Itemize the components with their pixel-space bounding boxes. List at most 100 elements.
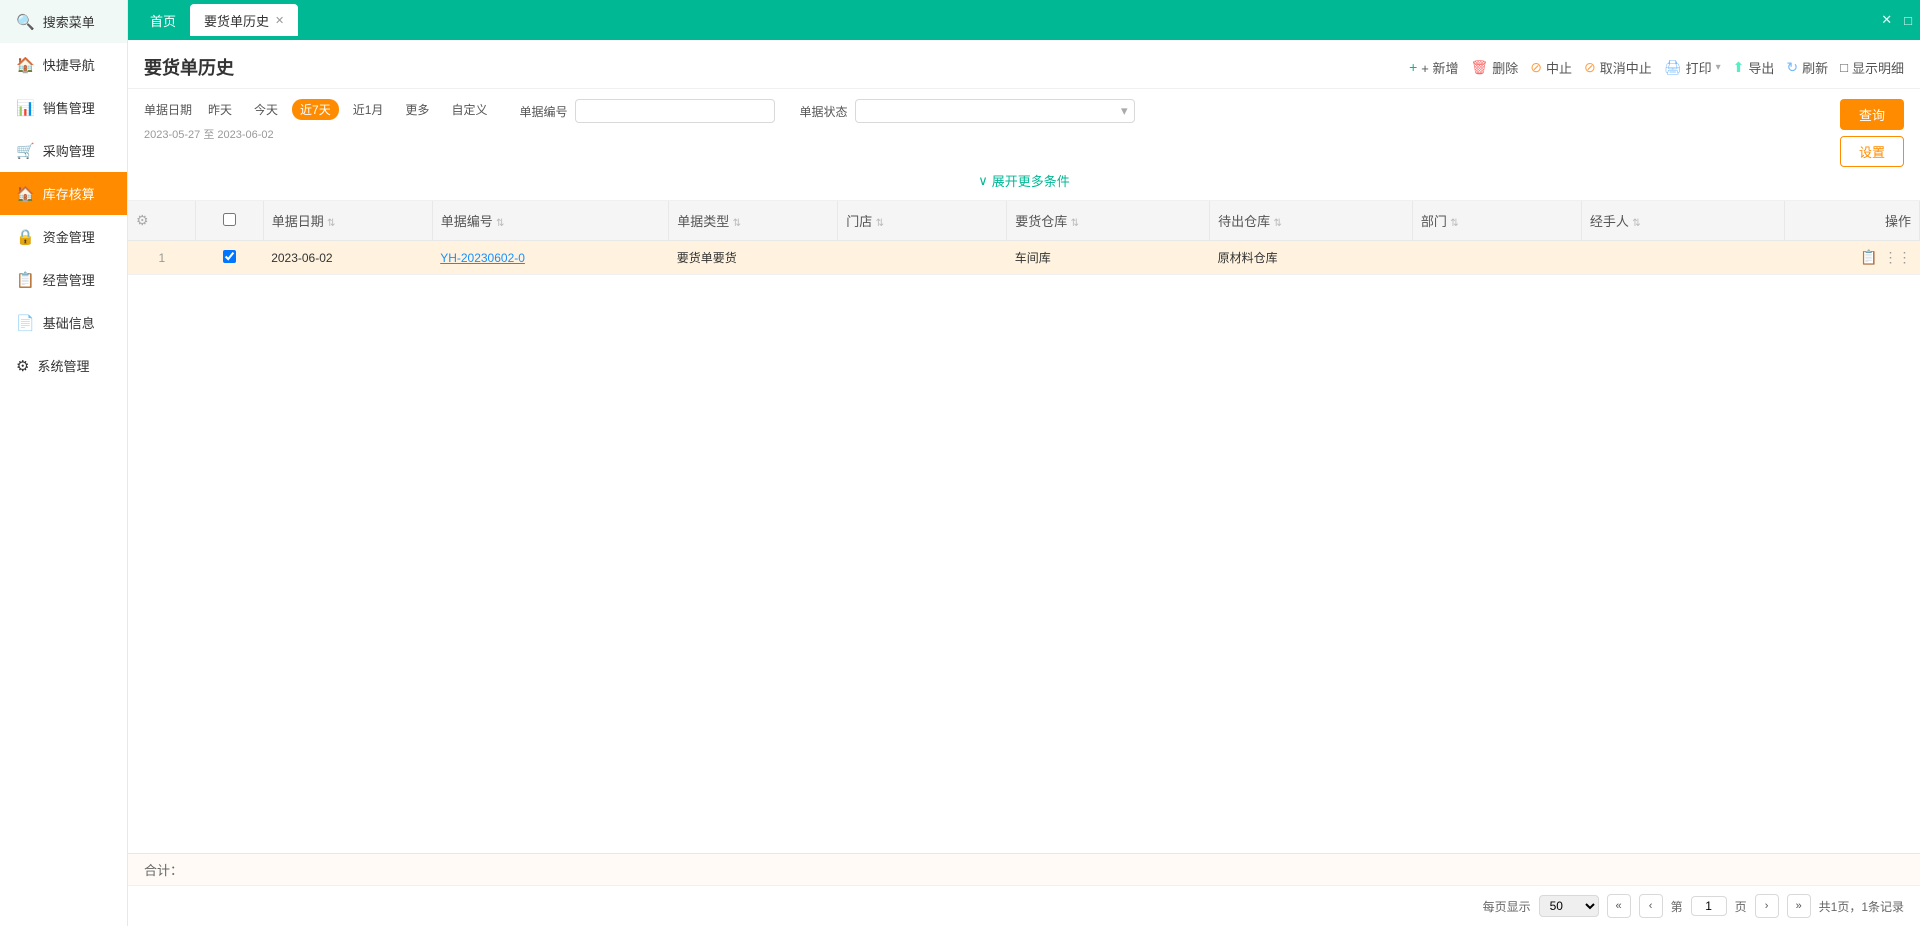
print-dropdown-icon: ▾ [1716, 62, 1721, 73]
date-btn-custom[interactable]: 自定义 [443, 99, 495, 120]
expand-more-btn[interactable]: ∨ 展开更多条件 [144, 171, 1904, 190]
settings-icon: ⚙ [136, 212, 149, 228]
row-reqwarehouse: 车间库 [1007, 241, 1210, 275]
setting-button[interactable]: 设置 [1840, 136, 1904, 167]
refresh-icon: ↻ [1786, 59, 1798, 76]
table-body: 1 2023-06-02 YH-20230602-0 要货单要货 车间库 原材料… [128, 241, 1920, 275]
date-btn-yesterday[interactable]: 昨天 [200, 99, 240, 120]
sidebar-label-purchase: 采购管理 [43, 141, 95, 160]
sidebar-icon-basicinfo: 📄 [16, 314, 35, 332]
date-range-display: 2023-05-27 至 2023-06-02 [144, 126, 495, 142]
date-btn-1month[interactable]: 近1月 [345, 99, 392, 120]
sidebar-item-basicinfo[interactable]: 📄 基础信息 [0, 301, 127, 344]
sidebar: 🔍搜索菜单🏠快捷导航 📊 销售管理 🛒 采购管理 🏠库存核算🔒资金管理📋经营管理 📄 基础信息… [0, 0, 128, 926]
per-page-select[interactable]: 50 10 20 100 [1539, 895, 1599, 917]
page-info: 共1页，1条记录 [1819, 898, 1904, 915]
sort-date-icon[interactable]: ⇅ [327, 218, 335, 229]
th-date: 单据日期 ⇅ [263, 201, 432, 241]
sidebar-item-operations[interactable]: 📋经营管理 [0, 258, 127, 301]
sidebar-item-purchase[interactable]: 🛒 采购管理 [0, 129, 127, 172]
th-billtype: 单据类型 ⇅ [669, 201, 838, 241]
date-btn-7days[interactable]: 近7天 [292, 99, 339, 120]
sidebar-label-operations: 经营管理 [43, 270, 95, 289]
delete-button[interactable]: 🗑 删除 [1471, 58, 1519, 77]
new-button[interactable]: + + 新增 [1409, 58, 1458, 77]
sidebar-icon-sales: 📊 [16, 99, 35, 117]
th-ops-label: 操作 [1885, 214, 1911, 229]
row-date: 2023-06-02 [263, 241, 432, 275]
filter-section: 单据日期 昨天 今天 近7天 近1月 更多 自定义 2023-05-27 至 2… [144, 99, 1840, 142]
export-icon: ⬆ [1733, 59, 1745, 76]
sort-billtype-icon[interactable]: ⇅ [733, 218, 741, 229]
table-header-row: ⚙ 单据日期 ⇅ 单据编号 ⇅ [128, 201, 1920, 241]
first-page-button[interactable]: « [1607, 894, 1631, 918]
tab-close-history[interactable]: ✕ [275, 14, 284, 27]
tab-bar-right: ✕ □ [1881, 12, 1912, 28]
sidebar-item-finance[interactable]: 🔒资金管理 [0, 215, 127, 258]
sort-billno-icon[interactable]: ⇅ [496, 218, 504, 229]
tab-history[interactable]: 要货单历史✕ [190, 4, 298, 36]
sidebar-label-basicinfo: 基础信息 [43, 313, 95, 332]
cancel-icon: ⊘ [1584, 59, 1596, 76]
th-handler: 经手人 ⇅ [1581, 201, 1784, 241]
status-select[interactable] [855, 99, 1135, 123]
restore-window-icon[interactable]: □ [1904, 13, 1912, 28]
row-dept [1412, 241, 1581, 275]
cancel-stop-button[interactable]: ⊘ 取消中止 [1584, 58, 1652, 77]
row-more-icon[interactable]: ⋮⋮ [1884, 249, 1912, 266]
filter-area: 单据日期 昨天 今天 近7天 近1月 更多 自定义 2023-05-27 至 2… [128, 89, 1920, 201]
last-page-button[interactable]: » [1787, 894, 1811, 918]
row-waitwarehouse: 原材料仓库 [1210, 241, 1413, 275]
sidebar-label-sales: 销售管理 [43, 98, 95, 117]
sidebar-label-quicknav: 快捷导航 [43, 55, 95, 74]
sidebar-icon-system: ⚙ [16, 357, 29, 375]
select-all-checkbox[interactable] [223, 213, 236, 226]
sidebar-item-search[interactable]: 🔍搜索菜单 [0, 0, 127, 43]
date-buttons: 昨天 今天 近7天 近1月 更多 自定义 [200, 99, 495, 120]
display-detail-button[interactable]: □ 显示明细 [1840, 58, 1904, 77]
sort-handler-icon[interactable]: ⇅ [1632, 218, 1640, 229]
close-window-icon[interactable]: ✕ [1881, 12, 1892, 28]
data-table: ⚙ 单据日期 ⇅ 单据编号 ⇅ [128, 201, 1920, 275]
th-settings[interactable]: ⚙ [128, 201, 196, 241]
row-checkbox[interactable] [223, 250, 236, 263]
date-btn-more[interactable]: 更多 [397, 99, 437, 120]
query-button[interactable]: 查询 [1840, 99, 1904, 130]
date-filter-group: 单据日期 昨天 今天 近7天 近1月 更多 自定义 2023-05-27 至 2… [144, 99, 495, 142]
date-btn-today[interactable]: 今天 [246, 99, 286, 120]
page-number-input[interactable] [1691, 896, 1727, 916]
print-button[interactable]: 🖨 打印 ▾ [1664, 58, 1721, 77]
row-checkbox-cell[interactable] [196, 241, 264, 275]
sidebar-item-quicknav[interactable]: 🏠快捷导航 [0, 43, 127, 86]
th-checkbox[interactable] [196, 201, 264, 241]
sidebar-icon-purchase: 🛒 [16, 142, 35, 160]
export-button[interactable]: ⬆ 导出 [1733, 58, 1775, 77]
row-billno[interactable]: YH-20230602-0 [432, 241, 669, 275]
per-page-label: 每页显示 [1483, 898, 1531, 915]
sort-waitwarehouse-icon[interactable]: ⇅ [1273, 218, 1281, 229]
status-select-wrapper [855, 99, 1135, 123]
prev-page-button[interactable]: ‹ [1639, 894, 1663, 918]
stop-button[interactable]: ⊘ 中止 [1530, 58, 1572, 77]
refresh-button[interactable]: ↻ 刷新 [1786, 58, 1828, 77]
row-billtype: 要货单要货 [669, 241, 838, 275]
billno-label: 单据编号 [519, 103, 567, 120]
pagination-bar: 每页显示 50 10 20 100 « ‹ 第 页 › » 共1页，1条记录 [128, 885, 1920, 926]
next-page-button[interactable]: › [1755, 894, 1779, 918]
delete-icon: 🗑 [1471, 59, 1489, 76]
billno-input[interactable] [575, 99, 775, 123]
th-date-label: 单据日期 [272, 214, 324, 229]
sidebar-item-sales[interactable]: 📊 销售管理 [0, 86, 127, 129]
table-footer: 合计： [128, 853, 1920, 885]
date-filter-inline: 单据日期 昨天 今天 近7天 近1月 更多 自定义 [144, 99, 495, 120]
checkbox-icon: □ [1840, 60, 1848, 75]
sidebar-item-inventory[interactable]: 🏠库存核算 [0, 172, 127, 215]
status-label: 单据状态 [799, 103, 847, 120]
tab-home[interactable]: 首页 [136, 4, 190, 36]
row-edit-icon[interactable]: 📋 [1860, 249, 1877, 266]
sort-dept-icon[interactable]: ⇅ [1450, 218, 1458, 229]
sort-shop-icon[interactable]: ⇅ [876, 218, 884, 229]
th-billtype-label: 单据类型 [677, 214, 729, 229]
sort-reqwarehouse-icon[interactable]: ⇅ [1071, 218, 1079, 229]
sidebar-item-system[interactable]: ⚙系统管理 [0, 344, 127, 387]
